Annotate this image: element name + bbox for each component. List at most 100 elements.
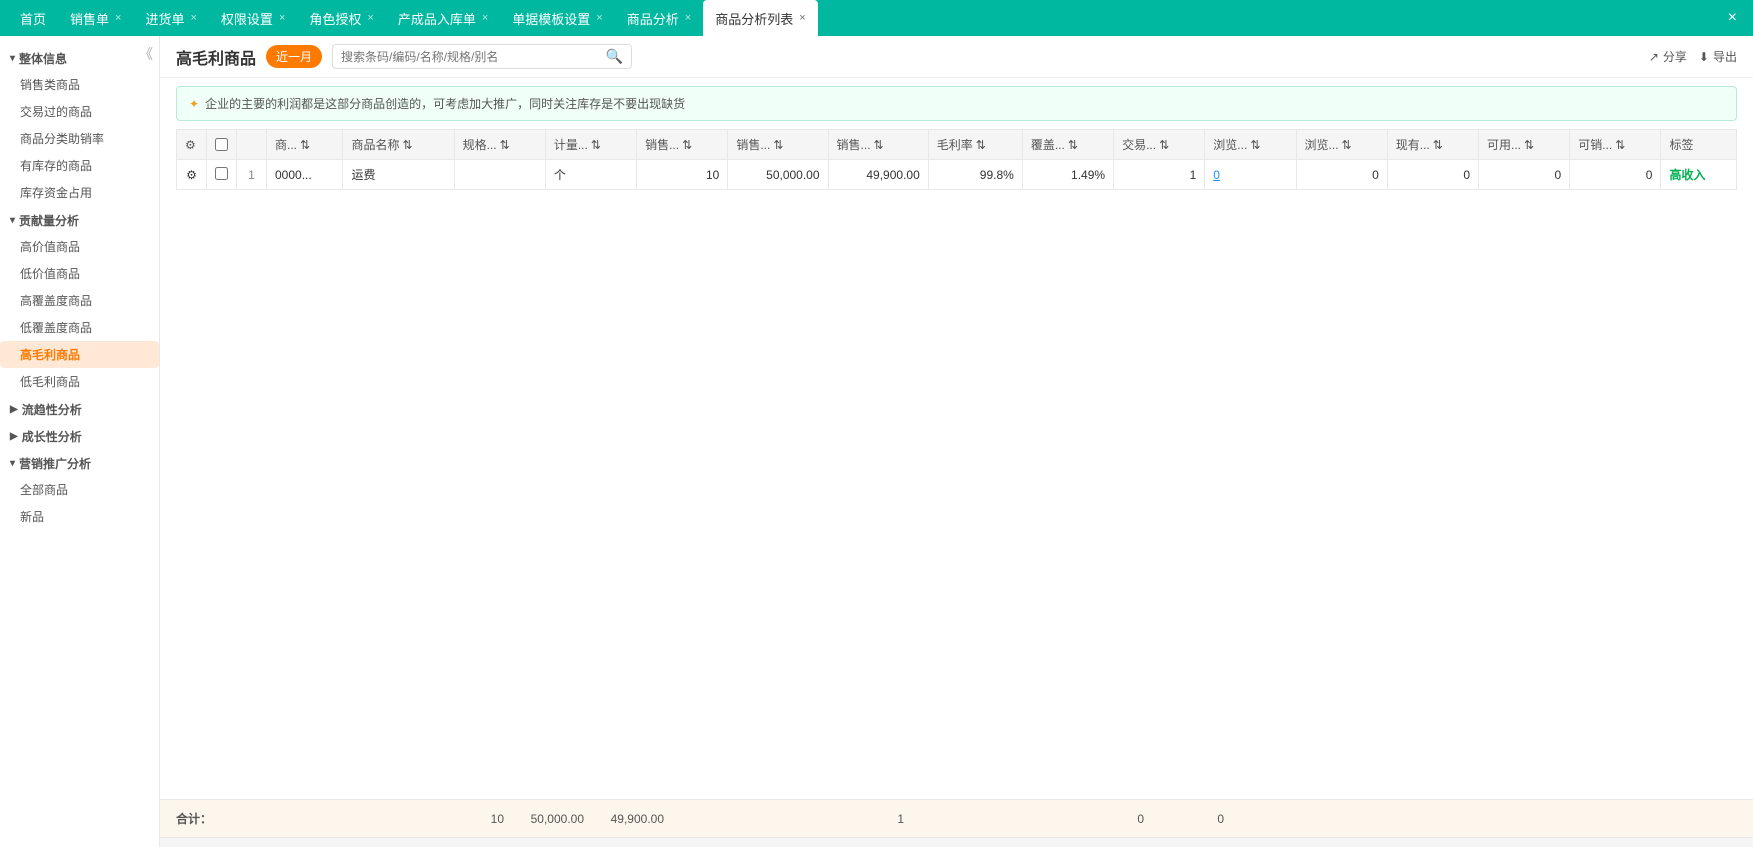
th-sales3[interactable]: 销售...⇅ — [828, 130, 928, 160]
sidebar-collapse-button[interactable]: 《 — [139, 44, 153, 64]
info-icon: ✦ — [189, 97, 199, 111]
th-code[interactable]: 商...⇅ — [267, 130, 343, 160]
expand-arrow-trend: ▶ — [10, 404, 18, 415]
footer-cells: 10 50,000.00 49,900.00 1 0 0 — [232, 812, 1737, 826]
th-spec[interactable]: 规格...⇅ — [454, 130, 545, 160]
footer-cell-trade: 1 — [832, 812, 912, 826]
table-header-row: ⚙ 商...⇅ 商品名称⇅ 规格...⇅ 计量...⇅ 销售...⇅ 销售...… — [177, 130, 1737, 160]
sidebar-item-low-margin[interactable]: 低毛利商品 — [0, 368, 159, 395]
nav-sales-order[interactable]: 销售单 × — [58, 0, 133, 36]
nav-template-settings[interactable]: 单据模板设置 × — [500, 0, 614, 36]
expand-arrow-growth: ▶ — [10, 431, 18, 442]
row-sales3: 49,900.00 — [828, 160, 928, 190]
bottom-scrollbar[interactable] — [160, 837, 1753, 847]
sidebar-item-low-value[interactable]: 低价值商品 — [0, 260, 159, 287]
th-num — [237, 130, 267, 160]
sidebar-group-marketing[interactable]: ▾ 营销推广分析 — [0, 449, 159, 476]
footer-label: 合计： — [176, 810, 212, 827]
row-saleable: 0 — [1570, 160, 1661, 190]
main-layout: 《 ▾ 整体信息 销售类商品 交易过的商品 商品分类助销率 有库存的商品 库存资… — [0, 36, 1753, 847]
th-current[interactable]: 现有...⇅ — [1387, 130, 1478, 160]
row-num: 1 — [237, 160, 267, 190]
close-nav-4[interactable]: × — [367, 12, 373, 24]
export-button[interactable]: ⬇ 导出 — [1699, 48, 1737, 65]
footer-cell-sales3: 49,900.00 — [592, 812, 672, 826]
search-icon[interactable]: 🔍 — [606, 48, 623, 65]
row-current: 0 — [1387, 160, 1478, 190]
sidebar: 《 ▾ 整体信息 销售类商品 交易过的商品 商品分类助销率 有库存的商品 库存资… — [0, 36, 160, 847]
sidebar-item-traded-goods[interactable]: 交易过的商品 — [0, 98, 159, 125]
sidebar-item-high-coverage[interactable]: 高覆盖度商品 — [0, 287, 159, 314]
th-name[interactable]: 商品名称⇅ — [343, 130, 454, 160]
nav-home[interactable]: 首页 — [8, 0, 58, 36]
close-nav-5[interactable]: × — [482, 12, 488, 24]
sidebar-item-low-coverage[interactable]: 低覆盖度商品 — [0, 314, 159, 341]
content-area: 高毛利商品 近一月 🔍 ↗ 分享 ⬇ 导出 ✦ 企业的主要的利润都是这部分商品创… — [160, 36, 1753, 847]
row-spec — [454, 160, 545, 190]
close-nav-7[interactable]: × — [685, 12, 691, 24]
content-header: 高毛利商品 近一月 🔍 ↗ 分享 ⬇ 导出 — [160, 36, 1753, 78]
th-trade[interactable]: 交易...⇅ — [1114, 130, 1205, 160]
search-input[interactable] — [341, 50, 606, 64]
sidebar-group-growth[interactable]: ▶ 成长性分析 — [0, 422, 159, 449]
th-checkbox[interactable] — [207, 130, 237, 160]
sidebar-item-stock-fund[interactable]: 库存资金占用 — [0, 179, 159, 206]
row-action-gear[interactable]: ⚙ — [177, 160, 207, 190]
row-tag: 高收入 — [1661, 160, 1737, 190]
row-checkbox[interactable] — [207, 160, 237, 190]
share-icon: ↗ — [1649, 50, 1659, 64]
select-all-checkbox[interactable] — [215, 138, 228, 151]
footer-cell-spacer — [232, 812, 432, 826]
sidebar-group-contribution[interactable]: ▾ 贡献量分析 — [0, 206, 159, 233]
share-button[interactable]: ↗ 分享 — [1649, 48, 1687, 65]
nav-role-auth[interactable]: 角色授权 × — [297, 0, 385, 36]
sidebar-group-trend[interactable]: ▶ 流趋性分析 — [0, 395, 159, 422]
nav-product-analysis[interactable]: 商品分析 × — [615, 0, 703, 36]
close-nav-1[interactable]: × — [115, 12, 121, 24]
nav-product-inbound[interactable]: 产成品入库单 × — [386, 0, 500, 36]
close-nav-3[interactable]: × — [279, 12, 285, 24]
nav-product-analysis-list[interactable]: 商品分析列表 × — [703, 0, 817, 36]
th-coverage[interactable]: 覆盖...⇅ — [1022, 130, 1113, 160]
footer-cell-gross — [672, 812, 752, 826]
nav-purchase-order[interactable]: 进货单 × — [133, 0, 208, 36]
row-browse2: 0 — [1296, 160, 1387, 190]
sidebar-item-sales-goods[interactable]: 销售类商品 — [0, 71, 159, 98]
expand-arrow-marketing: ▾ — [10, 458, 15, 469]
footer-cell-coverage — [752, 812, 832, 826]
th-gross-rate[interactable]: 毛利率⇅ — [928, 130, 1022, 160]
sidebar-item-all-goods[interactable]: 全部商品 — [0, 476, 159, 503]
footer-cell-sales1: 10 — [432, 812, 512, 826]
row-unit: 个 — [545, 160, 636, 190]
th-saleable[interactable]: 可销...⇅ — [1570, 130, 1661, 160]
th-available[interactable]: 可用...⇅ — [1479, 130, 1570, 160]
nav-permission-settings[interactable]: 权限设置 × — [209, 0, 297, 36]
close-nav-8[interactable]: × — [799, 12, 805, 24]
search-input-wrap: 🔍 — [332, 44, 632, 69]
header-actions: ↗ 分享 ⬇ 导出 — [1649, 48, 1737, 65]
sidebar-item-new-goods[interactable]: 新品 — [0, 503, 159, 530]
close-nav-2[interactable]: × — [190, 12, 196, 24]
sidebar-group-overall[interactable]: ▾ 整体信息 — [0, 44, 159, 71]
footer-total-row: 合计： 10 50,000.00 49,900.00 1 0 0 — [160, 799, 1753, 837]
footer-cell-saleable — [1232, 812, 1312, 826]
close-nav-6[interactable]: × — [596, 12, 602, 24]
th-gear[interactable]: ⚙ — [177, 130, 207, 160]
th-browse1[interactable]: 浏览...⇅ — [1205, 130, 1296, 160]
sidebar-item-high-value[interactable]: 高价值商品 — [0, 233, 159, 260]
th-sales1[interactable]: 销售...⇅ — [637, 130, 728, 160]
th-sales2[interactable]: 销售...⇅ — [728, 130, 828, 160]
sidebar-item-category-rate[interactable]: 商品分类助销率 — [0, 125, 159, 152]
table-row: ⚙ 1 0000... 运费 个 10 50,000.00 49,900.00 … — [177, 160, 1737, 190]
sidebar-item-stock-goods[interactable]: 有库存的商品 — [0, 152, 159, 179]
th-browse2[interactable]: 浏览...⇅ — [1296, 130, 1387, 160]
expand-arrow-overall: ▾ — [10, 53, 15, 64]
row-sales1: 10 — [637, 160, 728, 190]
sidebar-item-high-margin[interactable]: 高毛利商品 — [0, 341, 159, 368]
time-filter-button[interactable]: 近一月 — [266, 45, 322, 68]
row-browse1[interactable]: 0 — [1205, 160, 1296, 190]
close-all-button[interactable]: × — [1720, 9, 1745, 27]
th-unit[interactable]: 计量...⇅ — [545, 130, 636, 160]
data-table: ⚙ 商...⇅ 商品名称⇅ 规格...⇅ 计量...⇅ 销售...⇅ 销售...… — [176, 129, 1737, 190]
footer-cell-browse1 — [912, 812, 992, 826]
